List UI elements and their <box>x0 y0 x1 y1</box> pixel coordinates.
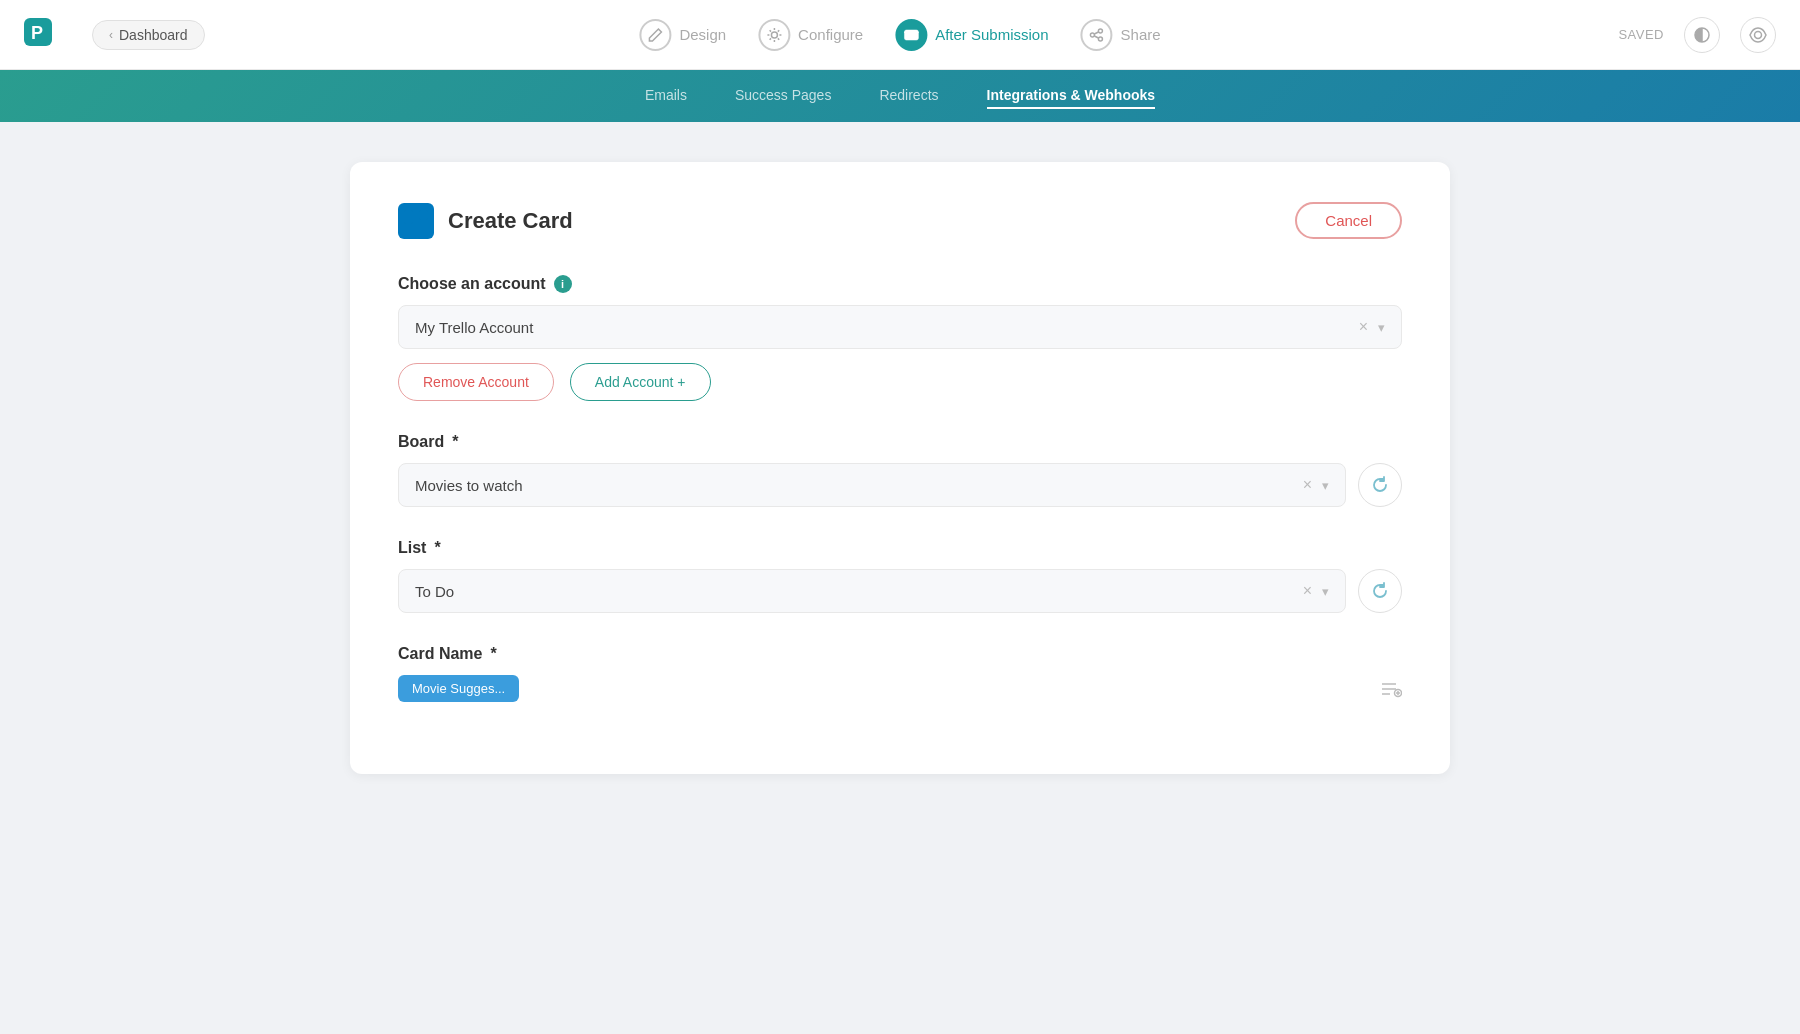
card-name-tag[interactable]: Movie Sugges... <box>398 675 519 702</box>
main-content: Create Card Cancel Choose an account i M… <box>0 122 1800 814</box>
card-name-section: Card Name* Movie Sugges... <box>398 645 1402 702</box>
nav-step-after-submission[interactable]: After Submission <box>895 19 1048 51</box>
page-title: Create Card <box>448 208 573 234</box>
after-submission-step-label: After Submission <box>935 26 1048 43</box>
list-value: To Do <box>415 583 454 600</box>
board-clear-icon[interactable]: × <box>1303 476 1312 494</box>
dashboard-button[interactable]: ‹ Dashboard <box>92 20 205 50</box>
account-clear-icon[interactable]: × <box>1359 318 1368 336</box>
preview-button[interactable] <box>1740 17 1776 53</box>
add-account-button[interactable]: Add Account + <box>570 363 711 401</box>
logo-mark: P <box>24 18 68 52</box>
create-card-panel: Create Card Cancel Choose an account i M… <box>350 162 1450 774</box>
configure-step-icon <box>758 19 790 51</box>
sub-nav-integrations[interactable]: Integrations & Webhooks <box>987 83 1156 109</box>
list-label: List* <box>398 539 1402 557</box>
nav-step-share[interactable]: Share <box>1081 19 1161 51</box>
board-refresh-button[interactable] <box>1358 463 1402 507</box>
card-title-group: Create Card <box>398 203 573 239</box>
account-select-controls: × ▾ <box>1359 318 1385 336</box>
board-select[interactable]: Movies to watch × ▾ <box>398 463 1346 507</box>
board-select-wrapper: Movies to watch × ▾ <box>398 463 1402 507</box>
trello-icon <box>398 203 434 239</box>
saved-label: SAVED <box>1618 27 1664 42</box>
nav-right: SAVED <box>1618 17 1776 53</box>
svg-rect-3 <box>904 30 918 40</box>
account-chevron-icon: ▾ <box>1378 320 1385 335</box>
account-select[interactable]: My Trello Account × ▾ <box>398 305 1402 349</box>
design-step-label: Design <box>679 26 726 43</box>
choose-account-section: Choose an account i My Trello Account × … <box>398 275 1402 401</box>
sub-nav-emails[interactable]: Emails <box>645 83 687 109</box>
design-step-icon <box>639 19 671 51</box>
remove-account-button[interactable]: Remove Account <box>398 363 554 401</box>
board-section: Board* Movies to watch × ▾ <box>398 433 1402 507</box>
sub-nav-redirects[interactable]: Redirects <box>879 83 938 109</box>
choose-account-label: Choose an account i <box>398 275 1402 293</box>
account-value: My Trello Account <box>415 319 533 336</box>
board-chevron-icon: ▾ <box>1322 478 1329 493</box>
theme-toggle-button[interactable] <box>1684 17 1720 53</box>
card-header: Create Card Cancel <box>398 202 1402 239</box>
sub-nav: Emails Success Pages Redirects Integrati… <box>0 70 1800 122</box>
account-buttons: Remove Account Add Account + <box>398 363 1402 401</box>
svg-rect-12 <box>398 203 434 239</box>
list-section: List* To Do × ▾ <box>398 539 1402 613</box>
share-step-icon <box>1081 19 1113 51</box>
svg-line-9 <box>1095 36 1099 38</box>
list-select[interactable]: To Do × ▾ <box>398 569 1346 613</box>
nav-steps: Design Configure After Submission <box>639 19 1160 51</box>
board-label: Board* <box>398 433 1402 451</box>
list-select-wrapper: To Do × ▾ <box>398 569 1402 613</box>
nav-step-configure[interactable]: Configure <box>758 19 863 51</box>
svg-rect-13 <box>404 210 413 224</box>
svg-point-2 <box>771 32 777 38</box>
list-clear-icon[interactable]: × <box>1303 582 1312 600</box>
card-name-tag-text: Movie Sugges... <box>412 681 505 696</box>
svg-text:P: P <box>31 23 43 43</box>
list-chevron-icon: ▾ <box>1322 584 1329 599</box>
top-nav: P ‹ Dashboard Design Configure <box>0 0 1800 70</box>
configure-step-label: Configure <box>798 26 863 43</box>
add-field-button[interactable] <box>1380 680 1402 698</box>
svg-point-6 <box>1091 33 1095 37</box>
svg-rect-14 <box>419 210 428 220</box>
share-step-label: Share <box>1121 26 1161 43</box>
card-name-label: Card Name* <box>398 645 1402 663</box>
list-refresh-button[interactable] <box>1358 569 1402 613</box>
dashboard-label: Dashboard <box>119 27 188 43</box>
after-submission-step-icon <box>895 19 927 51</box>
back-chevron-icon: ‹ <box>109 28 113 42</box>
info-icon[interactable]: i <box>554 275 572 293</box>
svg-point-11 <box>1755 31 1762 38</box>
svg-point-5 <box>1099 29 1103 33</box>
svg-point-7 <box>1099 37 1103 41</box>
board-value: Movies to watch <box>415 477 523 494</box>
card-name-row: Movie Sugges... <box>398 675 1402 702</box>
svg-line-8 <box>1095 32 1099 34</box>
nav-step-design[interactable]: Design <box>639 19 726 51</box>
sub-nav-success-pages[interactable]: Success Pages <box>735 83 832 109</box>
cancel-button[interactable]: Cancel <box>1295 202 1402 239</box>
